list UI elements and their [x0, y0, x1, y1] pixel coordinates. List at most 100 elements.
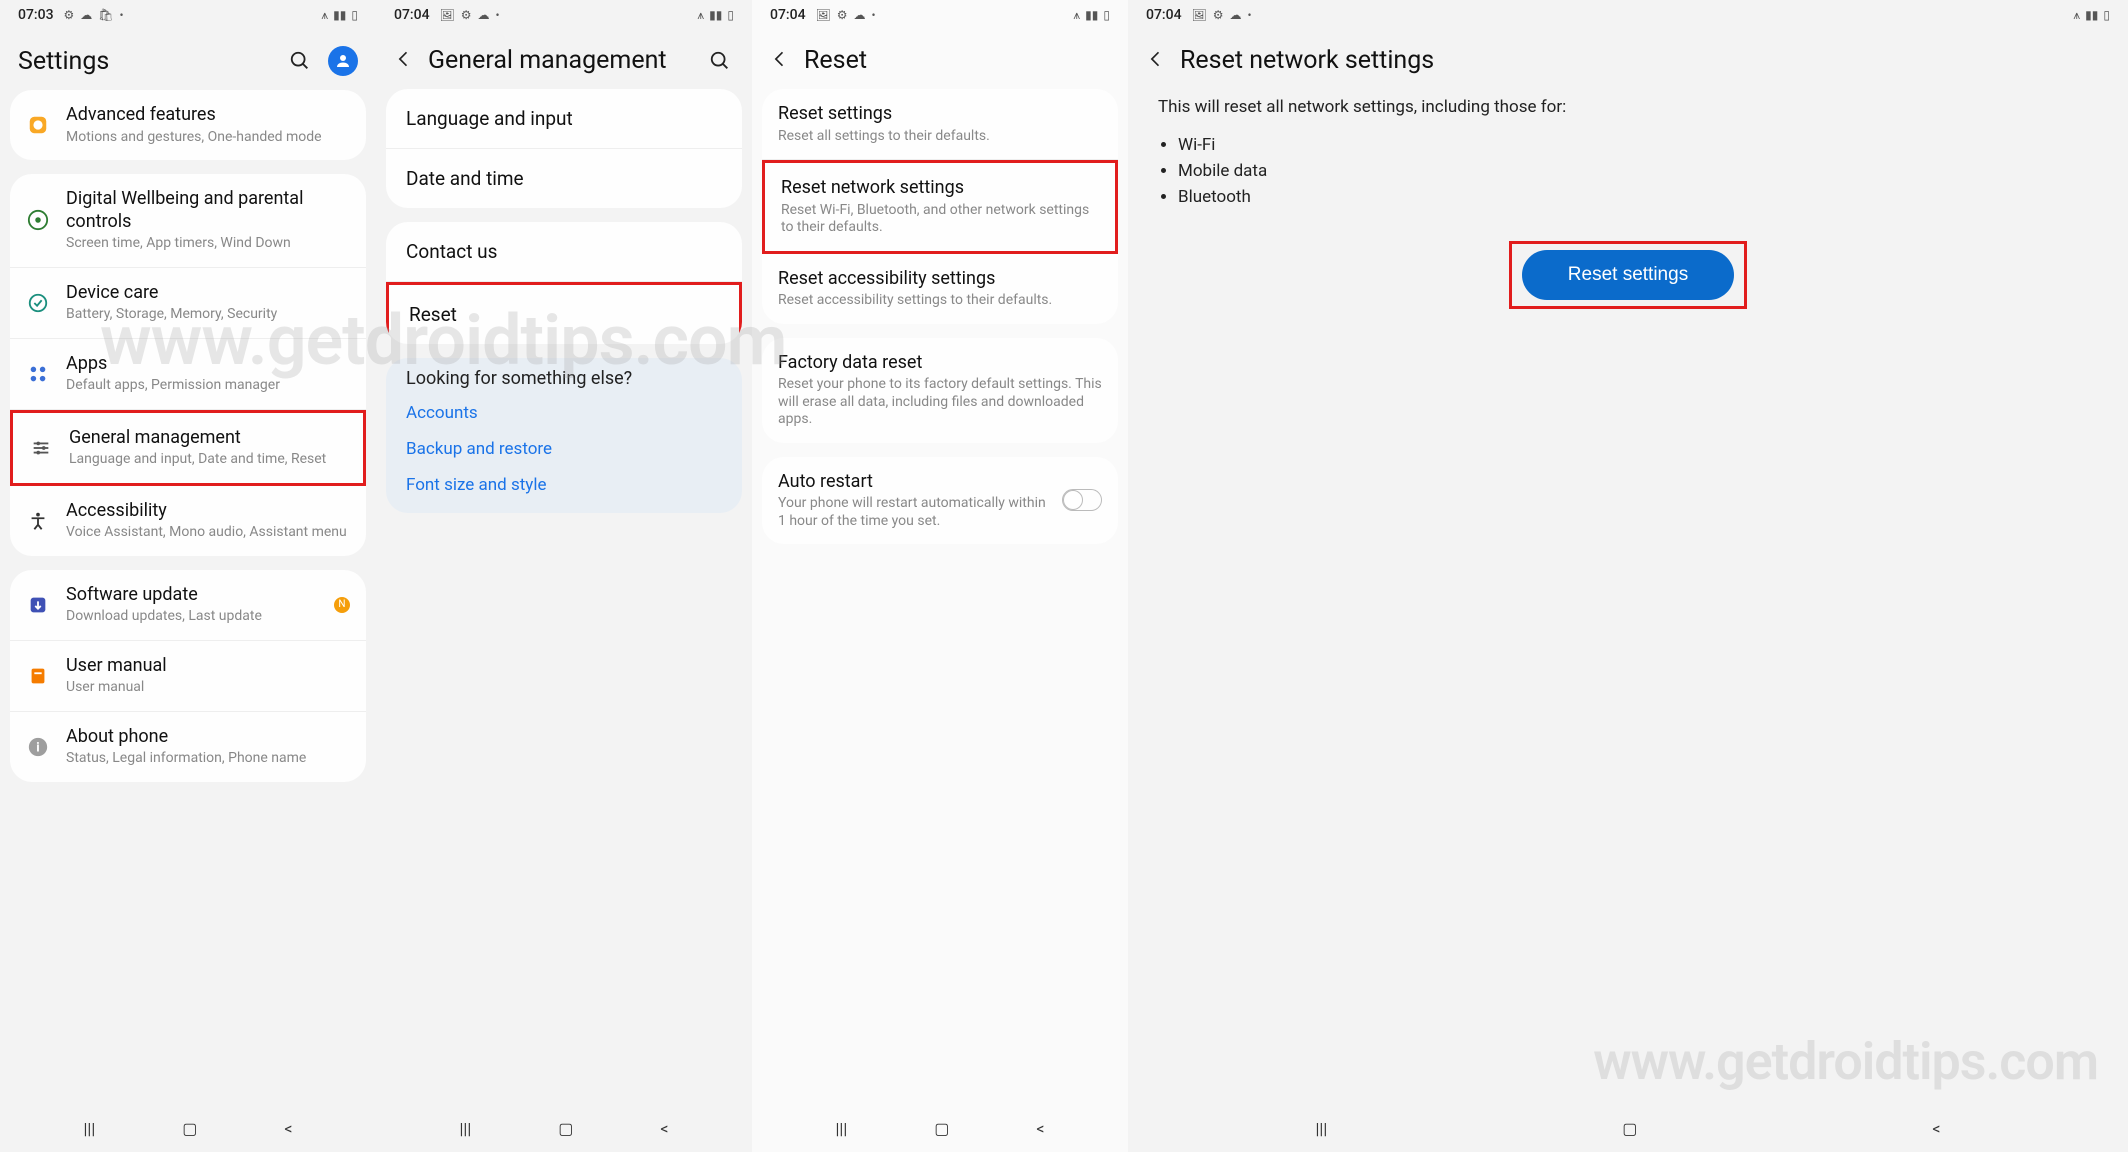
item-title: User manual [66, 655, 350, 678]
item-subtitle: Language and input, Date and time, Reset [69, 451, 347, 469]
settings-item-devicecare[interactable]: Device careBattery, Storage, Memory, Sec… [10, 268, 366, 339]
statusbar: 07:04 🖼 ⚙ ☁ • ⩚ ▮▮ ▯ [752, 0, 1128, 30]
list-item[interactable]: Language and input [386, 89, 742, 149]
item-subtitle: Download updates, Last update [66, 608, 318, 626]
signal-icon: ▮▮ [709, 8, 722, 22]
bullet-item: Mobile data [1178, 158, 2118, 184]
statusbar: 07:04 🖼 ⚙ ☁ • ⩚ ▮▮ ▯ [1128, 0, 2128, 30]
recents-button[interactable]: ||| [460, 1119, 472, 1138]
navbar: ||| ▢ < [1128, 1104, 2128, 1152]
back-icon[interactable] [394, 49, 414, 73]
gear-icon: ⚙ [461, 8, 472, 22]
header: Settings [0, 30, 376, 86]
page-title: General management [428, 46, 692, 75]
signal-icon: ▮▮ [1085, 8, 1098, 22]
settings-item-a11y[interactable]: AccessibilityVoice Assistant, Mono audio… [10, 486, 366, 556]
home-button[interactable]: ▢ [182, 1119, 197, 1138]
home-button[interactable]: ▢ [934, 1119, 949, 1138]
reset-item[interactable]: Reset accessibility settingsReset access… [762, 254, 1118, 324]
back-button[interactable]: < [1932, 1119, 1940, 1138]
back-button[interactable]: < [284, 1119, 292, 1138]
item-subtitle: Reset Wi-Fi, Bluetooth, and other networ… [781, 202, 1099, 237]
settings-item-manual[interactable]: User manualUser manual [10, 641, 366, 712]
settings-item-wellbeing[interactable]: Digital Wellbeing and parental controls S… [10, 174, 366, 268]
item-subtitle: Reset accessibility settings to their de… [778, 292, 1102, 310]
item-title: Factory data reset [778, 352, 1102, 375]
page-title: Reset [804, 46, 1110, 75]
item-subtitle: Your phone will restart automatically wi… [778, 495, 1046, 530]
update-badge: N [334, 597, 350, 613]
svg-text:i: i [36, 740, 39, 755]
item-title: Digital Wellbeing and parental controls [66, 188, 350, 233]
status-time: 07:03 [18, 7, 54, 23]
reset-item[interactable]: Reset network settingsReset Wi-Fi, Bluet… [762, 160, 1118, 254]
phone-general-management: 07:04 🖼 ⚙ ☁ • ⩚ ▮▮ ▯ General management … [376, 0, 752, 1152]
link-font-size-and-style[interactable]: Font size and style [386, 467, 742, 503]
battery-icon: ▯ [1103, 8, 1110, 22]
item-title: Reset accessibility settings [778, 268, 1102, 291]
navbar: ||| ▢ < [376, 1104, 752, 1152]
signal-icon: ▮▮ [2085, 8, 2098, 22]
bullet-item: Wi-Fi [1178, 132, 2118, 158]
link-backup-and-restore[interactable]: Backup and restore [386, 431, 742, 467]
apps-icon [26, 362, 50, 386]
back-icon[interactable] [1146, 49, 1166, 73]
recents-button[interactable]: ||| [836, 1119, 848, 1138]
item-title: Advanced features [66, 104, 350, 127]
cloud-icon: ☁ [478, 8, 490, 22]
list-item[interactable]: Date and time [386, 149, 742, 208]
bullet-list: Wi-FiMobile dataBluetooth [1138, 126, 2118, 211]
reset-settings-button[interactable]: Reset settings [1522, 250, 1734, 300]
settings-item-swupdate[interactable]: Software updateDownload updates, Last up… [10, 570, 366, 641]
wellbeing-icon [26, 208, 50, 232]
back-button[interactable]: < [1036, 1119, 1044, 1138]
profile-icon[interactable] [328, 46, 358, 76]
reset-item[interactable]: Factory data resetReset your phone to it… [762, 338, 1118, 443]
genmgmt-icon [29, 436, 53, 460]
image-icon: 🖼 [816, 8, 831, 22]
reset-item[interactable]: Auto restartYour phone will restart auto… [762, 457, 1118, 545]
page-title: Settings [18, 47, 272, 76]
recents-button[interactable]: ||| [84, 1119, 96, 1138]
link-accounts[interactable]: Accounts [386, 395, 742, 431]
settings-item-advanced[interactable]: Advanced featuresMotions and gestures, O… [10, 90, 366, 160]
wifi-icon: ⩚ [321, 8, 328, 23]
navbar: ||| ▢ < [0, 1104, 376, 1152]
manual-icon [26, 664, 50, 688]
header: Reset network settings [1128, 30, 2128, 85]
about-icon: i [26, 735, 50, 759]
list-item-reset[interactable]: Reset [386, 282, 742, 344]
settings-item-about[interactable]: iAbout phoneStatus, Legal information, P… [10, 712, 366, 782]
back-button[interactable]: < [660, 1119, 668, 1138]
reset-content: Reset settingsReset all settings to thei… [752, 85, 1128, 1104]
dot-icon: • [872, 8, 876, 22]
home-button[interactable]: ▢ [558, 1119, 573, 1138]
item-subtitle: Voice Assistant, Mono audio, Assistant m… [66, 524, 350, 542]
item-subtitle: Reset your phone to its factory default … [778, 376, 1102, 429]
phone-reset-network: 07:04 🖼 ⚙ ☁ • ⩚ ▮▮ ▯ Reset network setti… [1128, 0, 2128, 1152]
back-icon[interactable] [770, 49, 790, 73]
home-button[interactable]: ▢ [1622, 1119, 1637, 1138]
recents-button[interactable]: ||| [1316, 1119, 1328, 1138]
image-icon: 🖼 [440, 8, 455, 22]
item-subtitle: Reset all settings to their defaults. [778, 128, 1102, 146]
battery-icon: ▯ [351, 8, 358, 22]
phone-settings: 07:03 ⚙ ☁ 🛍 • ⩚ ▮▮ ▯ Settings Advanced f… [0, 0, 376, 1152]
list-item-contact-us[interactable]: Contact us [386, 222, 742, 282]
card: Factory data resetReset your phone to it… [762, 338, 1118, 443]
settings-item-genmgmt[interactable]: General managementLanguage and input, Da… [10, 410, 366, 486]
battery-icon: ▯ [727, 8, 734, 22]
settings-item-apps[interactable]: AppsDefault apps, Permission manager [10, 339, 366, 410]
statusbar: 07:03 ⚙ ☁ 🛍 • ⩚ ▮▮ ▯ [0, 0, 376, 30]
search-icon[interactable] [286, 47, 314, 75]
status-time: 07:04 [394, 7, 430, 23]
auto-restart-toggle[interactable] [1062, 489, 1102, 511]
dot-icon: • [120, 8, 124, 22]
item-subtitle: Screen time, App timers, Wind Down [66, 235, 350, 253]
reset-item[interactable]: Reset settingsReset all settings to thei… [762, 89, 1118, 160]
navbar: ||| ▢ < [752, 1104, 1128, 1152]
search-icon[interactable] [706, 47, 734, 75]
item-title: Software update [66, 584, 318, 607]
general-mgmt-content: Language and inputDate and time Contact … [376, 85, 752, 1104]
gear-icon: ⚙ [837, 8, 848, 22]
